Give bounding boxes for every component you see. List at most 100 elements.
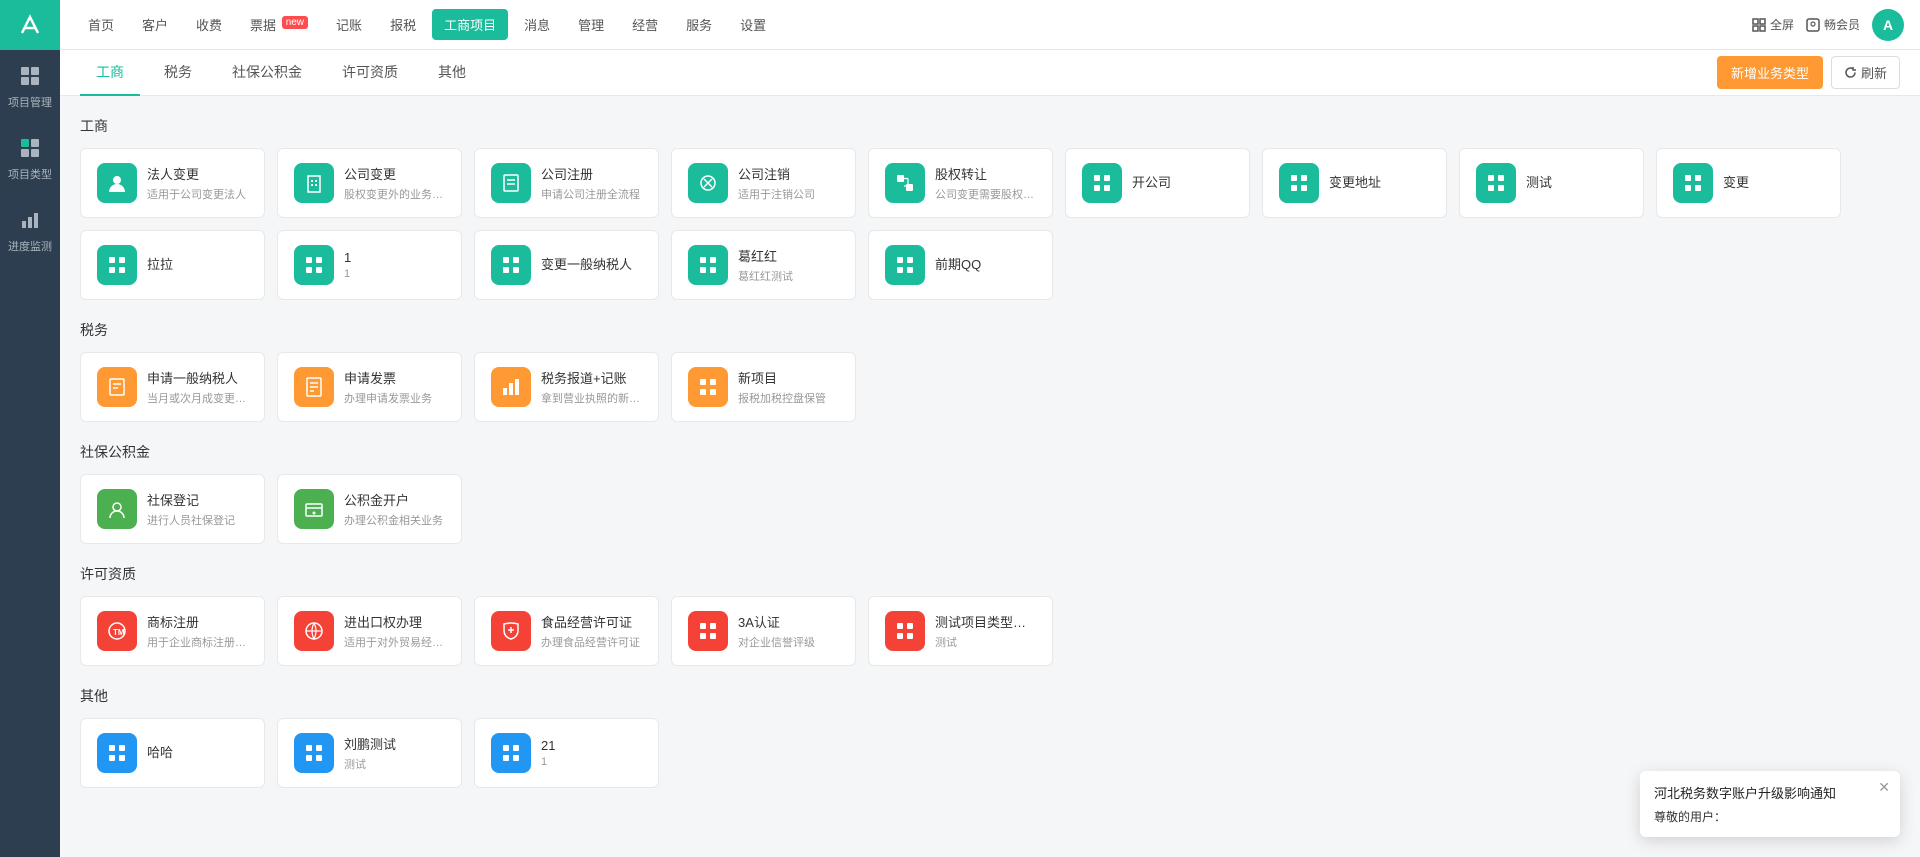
service-card-company-cancel[interactable]: 公司注销适用于注销公司 (671, 148, 856, 218)
card-desc-fund-account: 办理公积金相关业务 (344, 512, 445, 528)
service-card-front-qq[interactable]: 前期QQ (868, 230, 1053, 300)
card-desc-trademark: 用于企业商标注册服务 (147, 634, 248, 650)
main-scroll: 工商法人变更适用于公司变更法人公司变更股权变更外的业务变更公司注册申请公司注册全… (60, 96, 1920, 857)
card-icon-food-license (491, 611, 531, 651)
nav-industrial[interactable]: 工商项目 (432, 9, 508, 40)
refresh-label: 刷新 (1861, 63, 1887, 82)
logo[interactable] (0, 0, 60, 50)
fullscreen-btn[interactable]: 全屏 (1752, 16, 1794, 33)
card-text-import-export: 进出口权办理适用于对外贸易经营者 (344, 612, 445, 650)
service-card-gehonghong[interactable]: 葛红红葛红红测试 (671, 230, 856, 300)
card-text-test-type: 测试项目类型自定义测试 (935, 612, 1036, 650)
card-icon-trademark: TM (97, 611, 137, 651)
nav-settings[interactable]: 设置 (728, 9, 778, 40)
nav-home[interactable]: 首页 (76, 9, 126, 40)
card-desc-new-project: 报税加税控盘保管 (738, 390, 839, 406)
sidebar-label-progress: 进度监测 (8, 238, 52, 254)
card-text-company-change: 公司变更股权变更外的业务变更 (344, 164, 445, 202)
subtab-other[interactable]: 其他 (422, 50, 482, 96)
service-card-change[interactable]: 变更 (1656, 148, 1841, 218)
service-card-test[interactable]: 测试 (1459, 148, 1644, 218)
card-icon-legal-change (97, 163, 137, 203)
add-type-button[interactable]: 新增业务类型 (1717, 56, 1823, 89)
nav-service[interactable]: 服务 (674, 9, 724, 40)
card-desc-company-reg: 申请公司注册全流程 (541, 186, 642, 202)
refresh-button[interactable]: 刷新 (1831, 56, 1900, 89)
service-card-company-reg[interactable]: 公司注册申请公司注册全流程 (474, 148, 659, 218)
nav-management[interactable]: 管理 (566, 9, 616, 40)
card-name-equity-transfer: 股权转让 (935, 164, 1036, 183)
service-card-haha[interactable]: 哈哈 (80, 718, 265, 788)
service-card-social-reg[interactable]: 社保登记进行人员社保登记 (80, 474, 265, 544)
card-icon-fund-account (294, 489, 334, 529)
nav-bookkeeping[interactable]: 记账 (324, 9, 374, 40)
member-btn[interactable]: 畅会员 (1806, 16, 1860, 33)
card-icon-new-project (688, 367, 728, 407)
card-name-social-reg: 社保登记 (147, 490, 248, 509)
service-card-legal-change[interactable]: 法人变更适用于公司变更法人 (80, 148, 265, 218)
card-text-tax-report-book: 税务报道+记账拿到营业执照的新公司 (541, 368, 642, 406)
card-icon-gehonghong (688, 245, 728, 285)
card-icon-company-reg (491, 163, 531, 203)
service-card-liu-pengtest[interactable]: 刘鹏测试测试 (277, 718, 462, 788)
nav-operation[interactable]: 经营 (620, 9, 670, 40)
service-card-change-tax[interactable]: 变更一般纳税人 (474, 230, 659, 300)
fullscreen-label: 全屏 (1770, 16, 1794, 33)
card-text-apply-general-tax: 申请一般纳税人当月或次月成变更完成 (147, 368, 248, 406)
nav-billing[interactable]: 收费 (184, 9, 234, 40)
service-card-lala[interactable]: 拉拉 (80, 230, 265, 300)
sidebar: 项目管理 项目类型 进度监测 (0, 0, 60, 857)
service-card-import-export[interactable]: 进出口权办理适用于对外贸易经营者 (277, 596, 462, 666)
card-text-haha: 哈哈 (147, 742, 248, 764)
card-text-num21: 211 (541, 738, 642, 768)
service-card-num21[interactable]: 211 (474, 718, 659, 788)
nav-customer[interactable]: 客户 (130, 9, 180, 40)
service-card-open-company[interactable]: 开公司 (1065, 148, 1250, 218)
service-card-apply-invoice[interactable]: 申请发票办理申请发票业务 (277, 352, 462, 422)
card-text-gehonghong: 葛红红葛红红测试 (738, 246, 839, 284)
card-name-company-reg: 公司注册 (541, 164, 642, 183)
card-desc-test-type: 测试 (935, 634, 1036, 650)
subtab-tax[interactable]: 税务 (148, 50, 208, 96)
card-desc-company-cancel: 适用于注销公司 (738, 186, 839, 202)
service-card-trademark[interactable]: TM商标注册用于企业商标注册服务 (80, 596, 265, 666)
service-card-change-address[interactable]: 变更地址 (1262, 148, 1447, 218)
card-name-open-company: 开公司 (1132, 172, 1233, 191)
sidebar-item-project-type[interactable]: 项目类型 (0, 122, 60, 194)
card-icon-front-qq (885, 245, 925, 285)
card-text-num1: 11 (344, 250, 445, 280)
fullscreen-icon (1752, 18, 1766, 32)
sidebar-item-progress[interactable]: 进度监测 (0, 194, 60, 266)
card-text-change: 变更 (1723, 172, 1824, 194)
nav-tax[interactable]: 报税 (378, 9, 428, 40)
card-name-company-change: 公司变更 (344, 164, 445, 183)
card-desc-3a-cert: 对企业信誉评级 (738, 634, 839, 650)
service-card-company-change[interactable]: 公司变更股权变更外的业务变更 (277, 148, 462, 218)
card-icon-test (1476, 163, 1516, 203)
cards-grid-industrial: 法人变更适用于公司变更法人公司变更股权变更外的业务变更公司注册申请公司注册全流程… (80, 148, 1900, 300)
service-card-tax-report-book[interactable]: 税务报道+记账拿到营业执照的新公司 (474, 352, 659, 422)
section-title-social-fund: 社保公积金 (80, 442, 1900, 462)
card-name-liu-pengtest: 刘鹏测试 (344, 734, 445, 753)
service-card-food-license[interactable]: 食品经营许可证办理食品经营许可证 (474, 596, 659, 666)
service-card-3a-cert[interactable]: 3A认证对企业信誉评级 (671, 596, 856, 666)
service-card-fund-account[interactable]: 公积金开户办理公积金相关业务 (277, 474, 462, 544)
card-icon-change-address (1279, 163, 1319, 203)
card-name-new-project: 新项目 (738, 368, 839, 387)
nav-message[interactable]: 消息 (512, 9, 562, 40)
nav-invoice[interactable]: 票据 new (238, 9, 320, 40)
sidebar-item-project-mgmt[interactable]: 项目管理 (0, 50, 60, 122)
avatar[interactable]: A (1872, 9, 1904, 41)
subtab-industrial[interactable]: 工商 (80, 50, 140, 96)
service-card-new-project[interactable]: 新项目报税加税控盘保管 (671, 352, 856, 422)
content-area: 工商 税务 社保公积金 许可资质 其他 新增业务类型 刷新 工商法人变更适用于公… (60, 50, 1920, 857)
service-card-num1[interactable]: 11 (277, 230, 462, 300)
notification-close[interactable]: ✕ (1878, 779, 1890, 796)
service-card-equity-transfer[interactable]: 股权转让公司变更需要股权转让 (868, 148, 1053, 218)
subtab-social-fund[interactable]: 社保公积金 (216, 50, 318, 96)
member-icon (1806, 18, 1820, 32)
service-card-test-type[interactable]: 测试项目类型自定义测试 (868, 596, 1053, 666)
subtab-license[interactable]: 许可资质 (326, 50, 414, 96)
card-name-lala: 拉拉 (147, 254, 248, 273)
service-card-apply-general-tax[interactable]: 申请一般纳税人当月或次月成变更完成 (80, 352, 265, 422)
